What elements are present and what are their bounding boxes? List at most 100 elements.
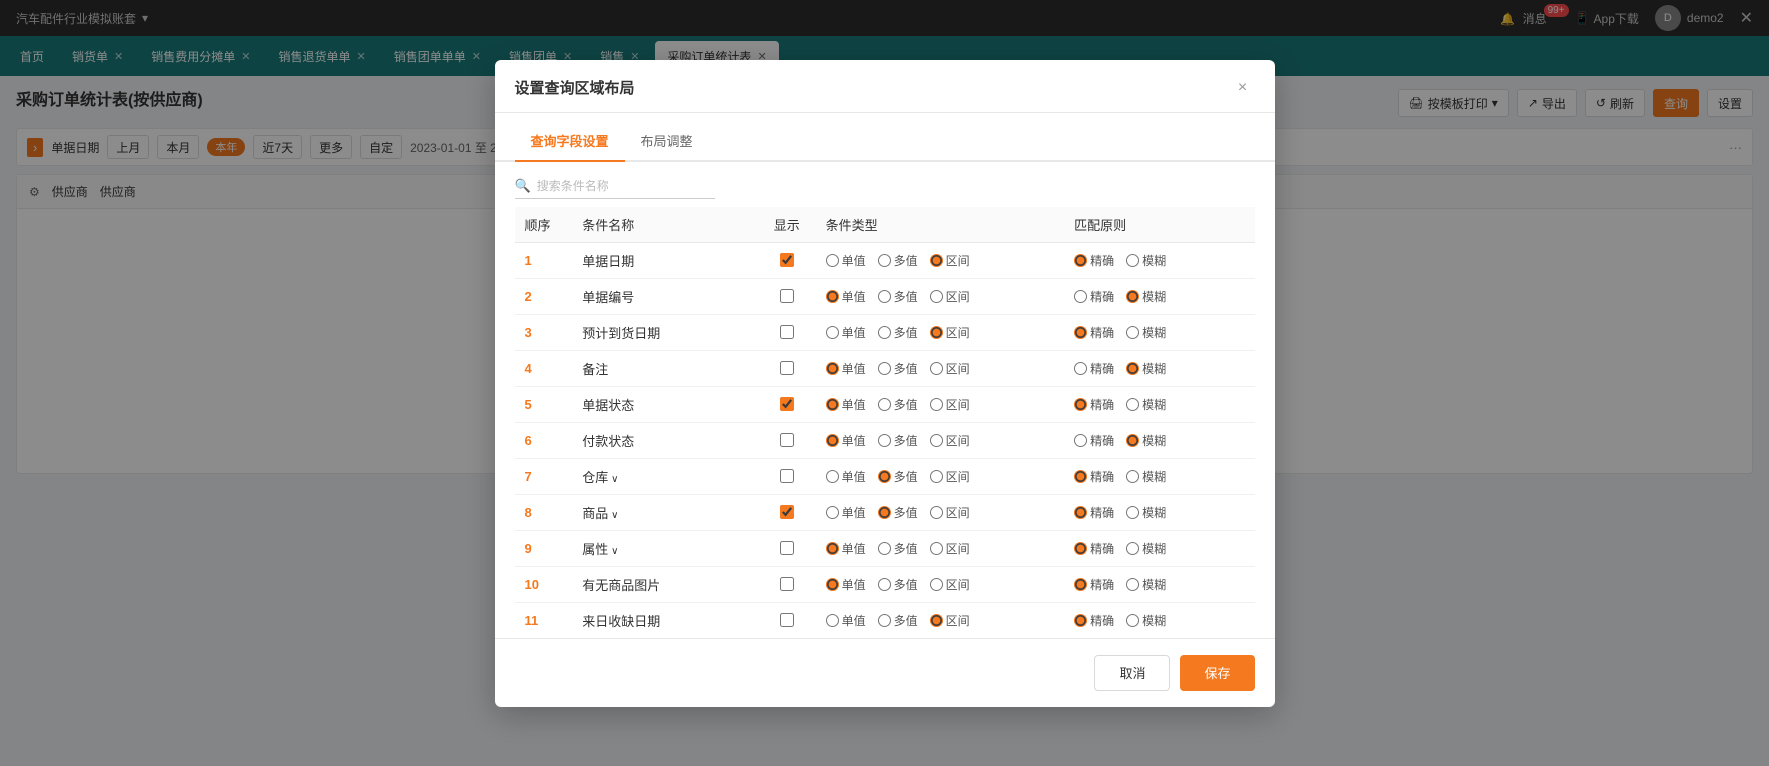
match-radio[interactable] <box>1074 398 1087 411</box>
type-radio[interactable] <box>826 542 839 555</box>
match-radio[interactable] <box>1074 254 1087 267</box>
type-radio[interactable] <box>878 614 891 627</box>
display-checkbox[interactable] <box>780 433 794 447</box>
display-checkbox[interactable] <box>780 289 794 303</box>
match-radio[interactable] <box>1074 470 1087 483</box>
match-radio[interactable] <box>1126 290 1139 303</box>
match-radio[interactable] <box>1074 326 1087 339</box>
row-name: 单据编号 <box>572 278 758 314</box>
display-checkbox[interactable] <box>780 253 794 267</box>
chevron-icon: ∨ <box>608 474 618 485</box>
row-seq: 7 <box>515 458 573 494</box>
type-radio[interactable] <box>878 362 891 375</box>
display-checkbox[interactable] <box>780 469 794 483</box>
dialog-header: 设置查询区域布局 × <box>495 60 1275 113</box>
match-radio[interactable] <box>1126 434 1139 447</box>
match-radio[interactable] <box>1074 506 1087 519</box>
type-radio[interactable] <box>826 434 839 447</box>
type-radio[interactable] <box>826 254 839 267</box>
type-radio[interactable] <box>878 326 891 339</box>
row-type: 单值多值区间 <box>816 422 1065 458</box>
type-radio[interactable] <box>826 398 839 411</box>
match-radio[interactable] <box>1074 578 1087 591</box>
dialog-close-button[interactable]: × <box>1231 76 1255 100</box>
type-radio[interactable] <box>930 506 943 519</box>
type-radio[interactable] <box>878 254 891 267</box>
search-icon: 🔍 <box>515 178 531 194</box>
row-seq: 10 <box>515 566 573 602</box>
dialog-tab-query-fields[interactable]: 查询字段设置 <box>515 125 625 162</box>
type-radio[interactable] <box>826 470 839 483</box>
type-radio[interactable] <box>930 326 943 339</box>
save-button[interactable]: 保存 <box>1180 655 1254 691</box>
row-match: 精确模糊 <box>1064 566 1254 602</box>
type-radio[interactable] <box>930 470 943 483</box>
match-radio[interactable] <box>1126 614 1139 627</box>
display-checkbox[interactable] <box>780 397 794 411</box>
row-display <box>758 314 816 350</box>
type-radio[interactable] <box>826 578 839 591</box>
type-radio[interactable] <box>826 614 839 627</box>
cancel-button[interactable]: 取消 <box>1094 655 1170 691</box>
match-radio[interactable] <box>1126 470 1139 483</box>
match-radio[interactable] <box>1126 578 1139 591</box>
dialog-footer: 取消 保存 <box>495 638 1275 707</box>
type-radio[interactable] <box>878 398 891 411</box>
display-checkbox[interactable] <box>780 505 794 519</box>
type-radio[interactable] <box>826 362 839 375</box>
row-display <box>758 530 816 566</box>
type-radio[interactable] <box>878 290 891 303</box>
row-match: 精确模糊 <box>1064 422 1254 458</box>
match-radio[interactable] <box>1126 362 1139 375</box>
match-radio[interactable] <box>1126 254 1139 267</box>
match-radio[interactable] <box>1126 542 1139 555</box>
type-radio[interactable] <box>826 290 839 303</box>
row-display <box>758 458 816 494</box>
type-radio[interactable] <box>826 326 839 339</box>
match-radio[interactable] <box>1126 326 1139 339</box>
row-name: 单据日期 <box>572 242 758 278</box>
display-checkbox[interactable] <box>780 541 794 555</box>
type-radio[interactable] <box>878 578 891 591</box>
row-seq: 1 <box>515 242 573 278</box>
row-type: 单值多值区间 <box>816 602 1065 638</box>
type-radio[interactable] <box>930 362 943 375</box>
type-radio[interactable] <box>930 398 943 411</box>
match-radio[interactable] <box>1126 398 1139 411</box>
display-checkbox[interactable] <box>780 613 794 627</box>
search-input[interactable] <box>537 179 697 193</box>
row-seq: 8 <box>515 494 573 530</box>
display-checkbox[interactable] <box>780 577 794 591</box>
table-row: 10有无商品图片单值多值区间精确模糊 <box>515 566 1255 602</box>
dialog-tab-layout-adjust[interactable]: 布局调整 <box>625 125 709 162</box>
row-type: 单值多值区间 <box>816 494 1065 530</box>
match-radio[interactable] <box>1074 614 1087 627</box>
type-radio[interactable] <box>878 506 891 519</box>
col-header-display: 显示 <box>758 207 816 243</box>
dialog-body: 顺序 条件名称 显示 条件类型 匹配原则 1单据日期单值多值区间精确模糊2单据编… <box>495 207 1275 638</box>
display-checkbox[interactable] <box>780 361 794 375</box>
match-radio[interactable] <box>1074 542 1087 555</box>
match-radio[interactable] <box>1074 434 1087 447</box>
type-radio[interactable] <box>878 542 891 555</box>
type-radio[interactable] <box>930 434 943 447</box>
row-display <box>758 242 816 278</box>
type-radio[interactable] <box>878 434 891 447</box>
row-type: 单值多值区间 <box>816 314 1065 350</box>
type-radio[interactable] <box>826 506 839 519</box>
table-row: 9属性 ∨单值多值区间精确模糊 <box>515 530 1255 566</box>
type-radio[interactable] <box>930 578 943 591</box>
type-radio[interactable] <box>930 254 943 267</box>
type-radio[interactable] <box>930 614 943 627</box>
display-checkbox[interactable] <box>780 325 794 339</box>
type-radio[interactable] <box>930 290 943 303</box>
type-radio[interactable] <box>930 542 943 555</box>
row-name: 预计到货日期 <box>572 314 758 350</box>
table-row: 7仓库 ∨单值多值区间精确模糊 <box>515 458 1255 494</box>
match-radio[interactable] <box>1126 506 1139 519</box>
match-radio[interactable] <box>1074 290 1087 303</box>
table-row: 4备注单值多值区间精确模糊 <box>515 350 1255 386</box>
row-seq: 5 <box>515 386 573 422</box>
match-radio[interactable] <box>1074 362 1087 375</box>
type-radio[interactable] <box>878 470 891 483</box>
